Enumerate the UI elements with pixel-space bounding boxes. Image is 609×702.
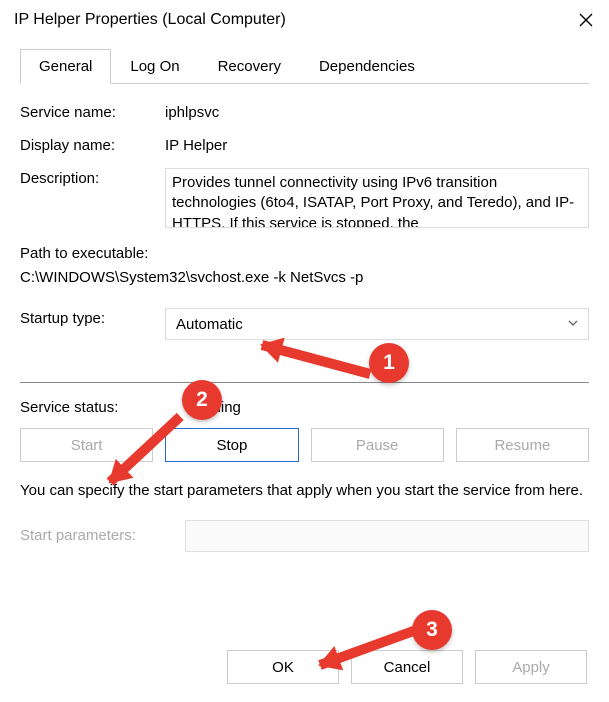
separator (20, 382, 589, 383)
tab-general[interactable]: General (20, 49, 111, 84)
description-label: Description: (20, 168, 165, 187)
cancel-button[interactable]: Cancel (351, 650, 463, 684)
close-icon (579, 13, 593, 27)
display-name-label: Display name: (20, 135, 165, 154)
service-status-label: Service status: (20, 397, 185, 416)
tab-bar: General Log On Recovery Dependencies (20, 48, 589, 84)
display-name-value: IP Helper (165, 135, 589, 154)
startup-type-value: Automatic (176, 316, 243, 333)
chevron-down-icon (567, 317, 579, 329)
start-parameters-label: Start parameters: (20, 527, 185, 544)
tab-log-on[interactable]: Log On (111, 49, 198, 84)
start-button: Start (20, 428, 153, 462)
apply-button[interactable]: Apply (475, 650, 587, 684)
path-value: C:\WINDOWS\System32\svchost.exe -k NetSv… (20, 266, 589, 290)
service-name-label: Service name: (20, 102, 165, 121)
startup-type-label: Startup type: (20, 308, 165, 327)
service-name-value: iphlpsvc (165, 102, 589, 121)
path-label: Path to executable: (20, 242, 589, 266)
tab-dependencies[interactable]: Dependencies (300, 49, 434, 84)
description-textbox[interactable]: Provides tunnel connectivity using IPv6 … (165, 168, 589, 228)
start-parameters-input (185, 520, 589, 552)
startup-type-select[interactable]: Automatic (165, 308, 589, 340)
start-params-hint: You can specify the start parameters tha… (20, 480, 589, 502)
close-button[interactable] (563, 0, 609, 40)
window-title: IP Helper Properties (Local Computer) (14, 11, 563, 29)
ok-button[interactable]: OK (227, 650, 339, 684)
stop-button[interactable]: Stop (165, 428, 298, 462)
pause-button: Pause (311, 428, 444, 462)
resume-button: Resume (456, 428, 589, 462)
tab-recovery[interactable]: Recovery (199, 49, 300, 84)
callout-3: 3 (412, 610, 452, 650)
titlebar: IP Helper Properties (Local Computer) (0, 0, 609, 40)
service-status-value: Running (185, 397, 589, 416)
dialog-footer: OK Cancel Apply (227, 650, 587, 684)
